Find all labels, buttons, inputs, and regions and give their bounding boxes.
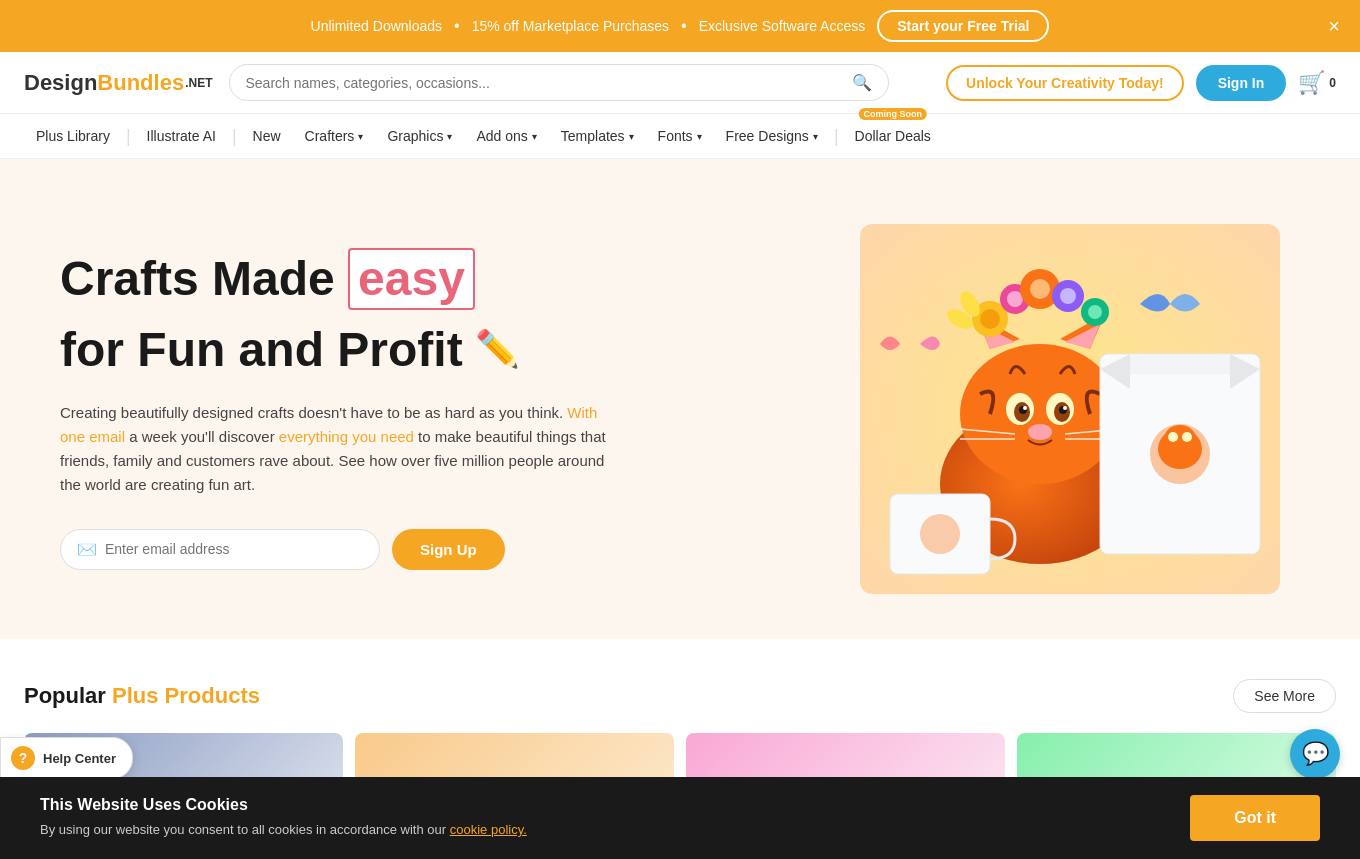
nav-item-plus-library[interactable]: Plus Library xyxy=(24,114,122,158)
free-trial-button[interactable]: Start your Free Trial xyxy=(877,10,1049,42)
chevron-down-icon: ▾ xyxy=(447,131,452,142)
logo-bundles: Bundles xyxy=(97,70,184,96)
nav-label-crafters: Crafters xyxy=(305,128,355,144)
svg-point-29 xyxy=(1088,305,1102,319)
hero-subtitle-text: for Fun and Profit xyxy=(60,322,463,377)
nav-label-dollar-deals: Dollar Deals xyxy=(855,128,931,144)
nav-item-addons[interactable]: Add ons ▾ xyxy=(464,114,548,158)
banner-text3: Exclusive Software Access xyxy=(699,18,866,34)
pencil-icon: ✏️ xyxy=(475,328,520,370)
cookie-title: This Website Uses Cookies xyxy=(40,796,1170,814)
popular-title: Popular Plus Products xyxy=(24,683,260,709)
banner-close-button[interactable]: × xyxy=(1328,16,1340,36)
logo-design: Design xyxy=(24,70,97,96)
email-signup-form: ✉️ Sign Up xyxy=(60,529,610,570)
nav-item-free-designs[interactable]: Free Designs ▾ xyxy=(714,114,830,158)
help-center-label: Help Center xyxy=(43,751,116,766)
chat-button[interactable]: 💬 xyxy=(1290,729,1340,779)
nav-item-graphics[interactable]: Graphics ▾ xyxy=(375,114,464,158)
signin-button[interactable]: Sign In xyxy=(1196,65,1287,101)
hero-content: Crafts Made easy for Fun and Profit ✏️ C… xyxy=(60,248,610,570)
unlock-creativity-button[interactable]: Unlock Your Creativity Today! xyxy=(946,65,1184,101)
email-icon: ✉️ xyxy=(77,540,97,559)
nav-label-fonts: Fonts xyxy=(658,128,693,144)
nav-label-new: New xyxy=(253,128,281,144)
svg-point-25 xyxy=(1030,279,1050,299)
search-bar: 🔍 xyxy=(229,64,889,101)
popular-title-plus: Plus Products xyxy=(112,683,260,708)
hero-link-everything-you-need[interactable]: everything you need xyxy=(279,428,414,445)
search-input[interactable] xyxy=(246,75,844,91)
nav-item-templates[interactable]: Templates ▾ xyxy=(549,114,646,158)
nav-label-illustrate-ai: Illustrate AI xyxy=(147,128,216,144)
cookie-description: By using our website you consent to all … xyxy=(40,820,1170,840)
svg-point-2 xyxy=(960,344,1120,484)
nav-label-templates: Templates xyxy=(561,128,625,144)
cookie-desc-text: By using our website you consent to all … xyxy=(40,822,446,837)
hero-image-area xyxy=(840,219,1300,599)
banner-dot1: • xyxy=(454,17,460,35)
search-button[interactable]: 🔍 xyxy=(852,73,872,92)
chevron-down-icon: ▾ xyxy=(697,131,702,142)
header: DesignBundles.NET 🔍 Unlock Your Creativi… xyxy=(0,52,1360,114)
nav-item-fonts[interactable]: Fonts ▾ xyxy=(646,114,714,158)
hero-title-plain: Crafts Made xyxy=(60,252,348,305)
nav-label-graphics: Graphics xyxy=(387,128,443,144)
nav-separator-1: | xyxy=(122,126,135,147)
nav-label-free-designs: Free Designs xyxy=(726,128,809,144)
chevron-down-icon: ▾ xyxy=(532,131,537,142)
nav-item-dollar-deals[interactable]: Coming Soon Dollar Deals xyxy=(843,114,943,158)
nav-separator-3: | xyxy=(830,126,843,147)
help-center-widget[interactable]: ? Help Center xyxy=(0,737,133,779)
nav-item-crafters[interactable]: Crafters ▾ xyxy=(293,114,376,158)
email-input-wrap: ✉️ xyxy=(60,529,380,570)
cart-icon[interactable]: 🛒0 xyxy=(1298,70,1336,96)
hero-subtitle: for Fun and Profit ✏️ xyxy=(60,322,610,377)
signup-button[interactable]: Sign Up xyxy=(392,529,505,570)
svg-rect-35 xyxy=(1130,354,1230,374)
svg-point-42 xyxy=(920,514,960,554)
svg-point-40 xyxy=(1182,432,1192,442)
main-nav: Plus Library | Illustrate AI | New Craft… xyxy=(0,114,1360,159)
hero-description: Creating beautifully designed crafts doe… xyxy=(60,401,610,497)
nav-separator-2: | xyxy=(228,126,241,147)
email-input[interactable] xyxy=(105,541,363,557)
header-actions: Unlock Your Creativity Today! Sign In 🛒0 xyxy=(946,65,1336,101)
chat-icon: 💬 xyxy=(1302,741,1329,767)
cookie-text-wrap: This Website Uses Cookies By using our w… xyxy=(40,796,1170,840)
nav-label-addons: Add ons xyxy=(476,128,527,144)
hero-title-easy: easy xyxy=(348,248,475,310)
logo-net: .NET xyxy=(185,76,212,90)
svg-point-27 xyxy=(1060,288,1076,304)
chevron-down-icon: ▾ xyxy=(813,131,818,142)
logo[interactable]: DesignBundles.NET xyxy=(24,70,213,96)
popular-header: Popular Plus Products See More xyxy=(24,679,1336,713)
cart-badge: 0 xyxy=(1329,76,1336,90)
nav-item-illustrate-ai[interactable]: Illustrate AI xyxy=(135,114,228,158)
svg-point-10 xyxy=(1063,406,1067,410)
banner-dot2: • xyxy=(681,17,687,35)
hero-section: Crafts Made easy for Fun and Profit ✏️ C… xyxy=(0,159,1360,639)
hero-title: Crafts Made easy xyxy=(60,248,610,310)
chevron-down-icon: ▾ xyxy=(358,131,363,142)
coming-soon-badge: Coming Soon xyxy=(858,108,927,120)
svg-point-21 xyxy=(980,309,1000,329)
see-more-button[interactable]: See More xyxy=(1233,679,1336,713)
svg-point-9 xyxy=(1023,406,1027,410)
svg-point-11 xyxy=(1028,424,1052,440)
chevron-down-icon: ▾ xyxy=(629,131,634,142)
cookie-banner: This Website Uses Cookies By using our w… xyxy=(0,777,1360,853)
nav-item-new[interactable]: New xyxy=(241,114,293,158)
help-icon: ? xyxy=(11,746,35,770)
banner-text2: 15% off Marketplace Purchases xyxy=(472,18,669,34)
top-banner: Unlimited Downloads • 15% off Marketplac… xyxy=(0,0,1360,52)
got-it-button[interactable]: Got it xyxy=(1190,795,1320,841)
hero-image xyxy=(860,224,1280,594)
cookie-policy-link[interactable]: cookie policy. xyxy=(450,822,527,837)
svg-point-39 xyxy=(1168,432,1178,442)
nav-label-plus-library: Plus Library xyxy=(36,128,110,144)
popular-title-plain: Popular xyxy=(24,683,106,708)
banner-text1: Unlimited Downloads xyxy=(311,18,443,34)
